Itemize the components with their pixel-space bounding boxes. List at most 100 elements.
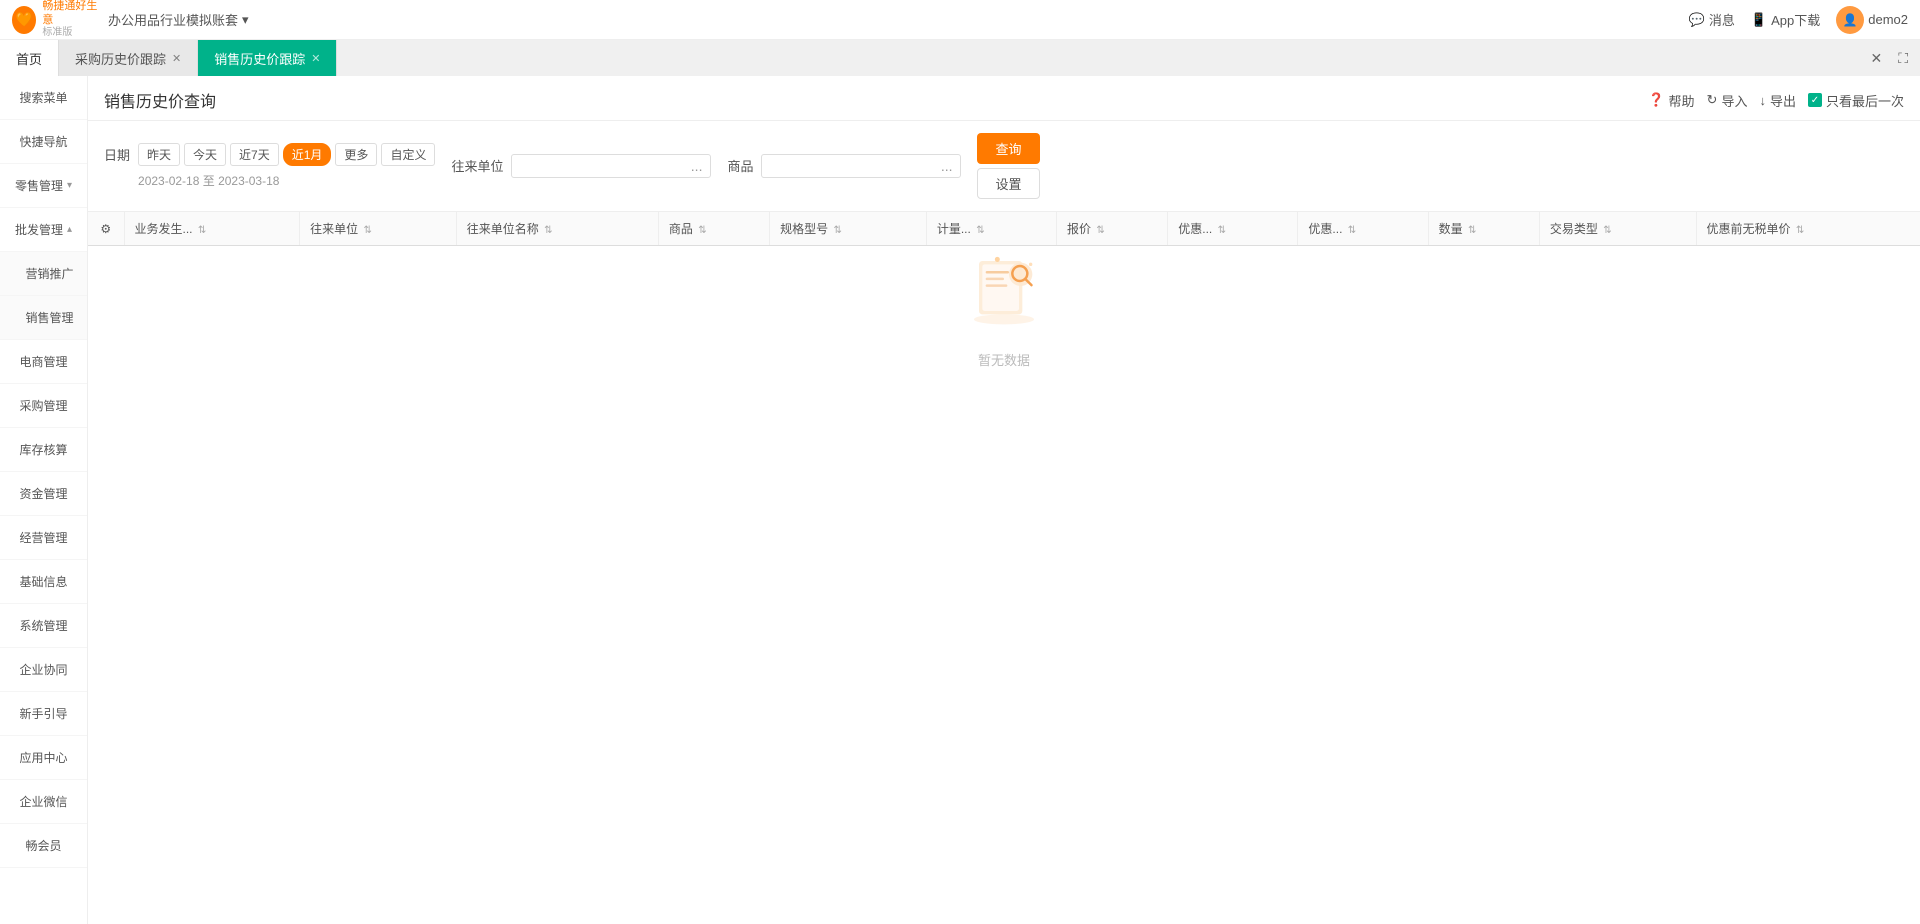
sort-icon: ⇅ bbox=[1796, 225, 1804, 236]
page-header: 销售历史价查询 ❓ 帮助 ↻ 导入 ↓ 导出 ✓ bbox=[88, 76, 1920, 121]
table-col-settings[interactable]: ⚙ bbox=[88, 212, 124, 246]
date-filter-group: 日期 昨天 今天 近7天 近1月 更多 自定义 2023-02-18 至 202… bbox=[104, 143, 435, 189]
table-col-discount1[interactable]: 优惠... ⇅ bbox=[1168, 212, 1298, 246]
sidebar-item-search[interactable]: 搜索菜单 bbox=[0, 76, 87, 120]
tab-purchase[interactable]: 采购历史价跟踪 ✕ bbox=[59, 40, 198, 76]
import-btn[interactable]: ↻ 导入 bbox=[1707, 91, 1748, 110]
export-label: 导出 bbox=[1770, 91, 1796, 110]
sidebar-item-base[interactable]: 基础信息 bbox=[0, 560, 87, 604]
empty-state: 暂无数据 bbox=[88, 246, 1920, 369]
help-btn[interactable]: ❓ 帮助 bbox=[1648, 91, 1694, 110]
sidebar-item-apps[interactable]: 应用中心 bbox=[0, 736, 87, 780]
logo-area: 🧡 畅捷通好生意 标准版 bbox=[12, 0, 100, 38]
table-col-goods[interactable]: 商品 ⇅ bbox=[658, 212, 769, 246]
filter-action-btns: 查询 设置 bbox=[977, 133, 1039, 199]
table-col-trade-type[interactable]: 交易类型 ⇅ bbox=[1539, 212, 1696, 246]
sidebar-sales-label: 销售管理 bbox=[25, 309, 73, 326]
table-col-partner-code[interactable]: 往来单位 ⇅ bbox=[300, 212, 457, 246]
sidebar-item-marketing[interactable]: 营销推广 bbox=[0, 252, 87, 296]
sidebar-ecommerce-label: 电商管理 bbox=[19, 353, 67, 370]
table-col-partner-name[interactable]: 往来单位名称 ⇅ bbox=[456, 212, 658, 246]
tab-home[interactable]: 首页 bbox=[0, 40, 59, 76]
sidebar-item-purchase[interactable]: 采购管理 bbox=[0, 384, 87, 428]
partner-input[interactable] bbox=[520, 159, 686, 173]
sidebar-finance-label: 资金管理 bbox=[19, 485, 67, 502]
sidebar-item-system[interactable]: 系统管理 bbox=[0, 604, 87, 648]
sidebar-item-wechat[interactable]: 企业微信 bbox=[0, 780, 87, 824]
date-btn-today[interactable]: 今天 bbox=[184, 143, 226, 166]
sidebar-inventory-label: 库存核算 bbox=[19, 441, 67, 458]
page-content: 销售历史价查询 ❓ 帮助 ↻ 导入 ↓ 导出 ✓ bbox=[88, 76, 1920, 924]
export-btn[interactable]: ↓ 导出 bbox=[1759, 91, 1796, 110]
sort-icon: ⇅ bbox=[976, 225, 984, 236]
sidebar: 搜索菜单 快捷导航 零售管理 ▾ 批发管理 ▴ 营销推广 销售管理 电商管理 采… bbox=[0, 76, 88, 924]
table-col-discount2[interactable]: 优惠... ⇅ bbox=[1298, 212, 1428, 246]
tab-fullscreen-btn[interactable]: ⛶ bbox=[1894, 46, 1912, 71]
sidebar-item-operations[interactable]: 经营管理 bbox=[0, 516, 87, 560]
sidebar-search-label: 搜索菜单 bbox=[19, 89, 67, 106]
table-col-unit[interactable]: 计量... ⇅ bbox=[926, 212, 1056, 246]
only-last-checkbox[interactable]: ✓ 只看最后一次 bbox=[1808, 91, 1904, 110]
message-icon: 💬 bbox=[1689, 12, 1705, 28]
logo-icon: 🧡 bbox=[12, 6, 36, 34]
sidebar-retail-label: 零售管理 bbox=[15, 177, 63, 194]
sidebar-item-enterprise[interactable]: 企业协同 bbox=[0, 648, 87, 692]
date-buttons: 昨天 今天 近7天 近1月 更多 自定义 bbox=[138, 143, 435, 166]
sidebar-apps-label: 应用中心 bbox=[19, 749, 67, 766]
user-menu[interactable]: 👤 demo2 bbox=[1836, 6, 1908, 34]
sidebar-item-wholesale[interactable]: 批发管理 ▴ bbox=[0, 208, 87, 252]
sidebar-item-finance[interactable]: 资金管理 bbox=[0, 472, 87, 516]
tab-bar-right: ✕ ⛶ bbox=[1866, 46, 1920, 71]
date-btn-1month[interactable]: 近1月 bbox=[283, 143, 332, 166]
goods-dots[interactable]: ... bbox=[941, 158, 953, 174]
message-btn[interactable]: 💬 消息 bbox=[1689, 10, 1735, 29]
partner-dots[interactable]: ... bbox=[691, 158, 703, 174]
page-title: 销售历史价查询 bbox=[104, 88, 216, 112]
app-label: App下载 bbox=[1771, 10, 1820, 29]
phone-icon: 📱 bbox=[1751, 12, 1767, 28]
query-btn[interactable]: 查询 bbox=[977, 133, 1039, 164]
table-col-pretax-price[interactable]: 优惠前无税单价 ⇅ bbox=[1696, 212, 1920, 246]
partner-input-wrap[interactable]: ... bbox=[511, 154, 711, 178]
date-btn-7days[interactable]: 近7天 bbox=[230, 143, 279, 166]
header-right: 💬 消息 📱 App下载 👤 demo2 bbox=[1689, 6, 1908, 34]
date-btn-more[interactable]: 更多 bbox=[335, 143, 377, 166]
tab-close-all-btn[interactable]: ✕ bbox=[1866, 46, 1886, 71]
sidebar-item-member[interactable]: 畅会员 bbox=[0, 824, 87, 868]
sidebar-item-guide[interactable]: 新手引导 bbox=[0, 692, 87, 736]
sidebar-item-ecommerce[interactable]: 电商管理 bbox=[0, 340, 87, 384]
goods-input-wrap[interactable]: ... bbox=[761, 154, 961, 178]
tab-sales-close[interactable]: ✕ bbox=[311, 52, 320, 65]
sidebar-item-retail[interactable]: 零售管理 ▾ bbox=[0, 164, 87, 208]
sidebar-member-label: 畅会员 bbox=[25, 837, 61, 854]
table-col-quantity[interactable]: 数量 ⇅ bbox=[1428, 212, 1539, 246]
partner-filter-group: 往来单位 ... bbox=[451, 154, 711, 178]
date-btn-yesterday[interactable]: 昨天 bbox=[138, 143, 180, 166]
app-download-btn[interactable]: 📱 App下载 bbox=[1751, 10, 1820, 29]
company-dropdown[interactable]: 办公用品行业模拟账套 ▾ bbox=[108, 10, 1681, 29]
sidebar-item-sales-mgmt[interactable]: 销售管理 bbox=[0, 296, 87, 340]
sidebar-operations-label: 经营管理 bbox=[19, 529, 67, 546]
table-col-spec[interactable]: 规格型号 ⇅ bbox=[770, 212, 927, 246]
company-name: 办公用品行业模拟账套 bbox=[108, 10, 238, 29]
sidebar-wechat-label: 企业微信 bbox=[19, 793, 67, 810]
help-label: 帮助 bbox=[1669, 91, 1695, 110]
import-icon: ↻ bbox=[1707, 92, 1718, 108]
sidebar-purchase-label: 采购管理 bbox=[19, 397, 67, 414]
sort-icon: ⇅ bbox=[1603, 225, 1611, 236]
goods-input[interactable] bbox=[770, 159, 936, 173]
settings-btn[interactable]: 设置 bbox=[977, 168, 1039, 199]
sidebar-item-inventory[interactable]: 库存核算 bbox=[0, 428, 87, 472]
tab-sales[interactable]: 销售历史价跟踪 ✕ bbox=[198, 40, 337, 76]
content-area: 销售历史价查询 ❓ 帮助 ↻ 导入 ↓ 导出 ✓ bbox=[88, 76, 1920, 924]
table-col-quote[interactable]: 报价 ⇅ bbox=[1057, 212, 1168, 246]
tab-purchase-close[interactable]: ✕ bbox=[172, 52, 181, 65]
table-col-biz-date[interactable]: 业务发生... ⇅ bbox=[124, 212, 300, 246]
data-table: ⚙ 业务发生... ⇅ 往来单位 ⇅ 往来单位名称 ⇅ bbox=[88, 212, 1920, 246]
import-label: 导入 bbox=[1721, 91, 1747, 110]
date-btn-custom[interactable]: 自定义 bbox=[381, 143, 435, 166]
only-last-label: 只看最后一次 bbox=[1826, 91, 1904, 110]
sidebar-item-quicknav[interactable]: 快捷导航 bbox=[0, 120, 87, 164]
chevron-up-icon: ▴ bbox=[67, 224, 72, 235]
sidebar-marketing-label: 营销推广 bbox=[25, 265, 73, 282]
